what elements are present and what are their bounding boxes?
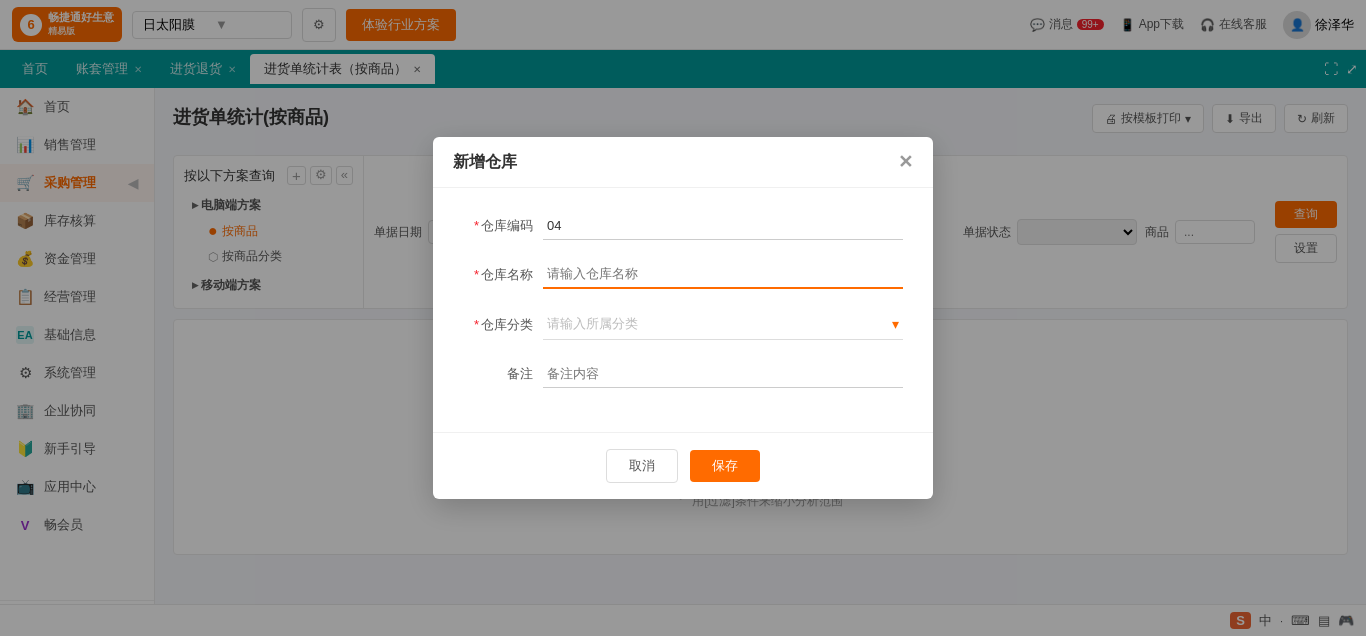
warehouse-notes-input[interactable] (543, 360, 903, 388)
form-item-name: *仓库名称 (463, 260, 903, 289)
modal-close-button[interactable]: ✕ (898, 151, 913, 173)
cancel-button[interactable]: 取消 (606, 449, 678, 483)
warehouse-name-input[interactable] (543, 260, 903, 289)
required-star: * (474, 218, 479, 233)
modal-title: 新增仓库 (453, 152, 517, 173)
required-star: * (474, 267, 479, 282)
new-warehouse-modal: 新增仓库 ✕ *仓库编码 *仓库名称 *仓库分类 (433, 137, 933, 499)
form-item-code: *仓库编码 (463, 212, 903, 240)
category-placeholder: 请输入所属分类 (547, 315, 638, 333)
modal-body: *仓库编码 *仓库名称 *仓库分类 请输入所属分类 ▾ (433, 188, 933, 432)
modal-footer: 取消 保存 (433, 432, 933, 499)
modal-header: 新增仓库 ✕ (433, 137, 933, 188)
form-item-category: *仓库分类 请输入所属分类 ▾ (463, 309, 903, 340)
category-label: *仓库分类 (463, 316, 543, 334)
modal-overlay[interactable]: 新增仓库 ✕ *仓库编码 *仓库名称 *仓库分类 (0, 0, 1366, 636)
code-label: *仓库编码 (463, 217, 543, 235)
warehouse-code-input[interactable] (543, 212, 903, 240)
name-label: *仓库名称 (463, 266, 543, 284)
save-button[interactable]: 保存 (690, 450, 760, 482)
form-item-notes: 备注 (463, 360, 903, 388)
required-star: * (474, 317, 479, 332)
notes-label: 备注 (463, 365, 543, 383)
warehouse-category-select[interactable]: 请输入所属分类 ▾ (543, 309, 903, 340)
dropdown-arrow-icon: ▾ (892, 316, 899, 332)
